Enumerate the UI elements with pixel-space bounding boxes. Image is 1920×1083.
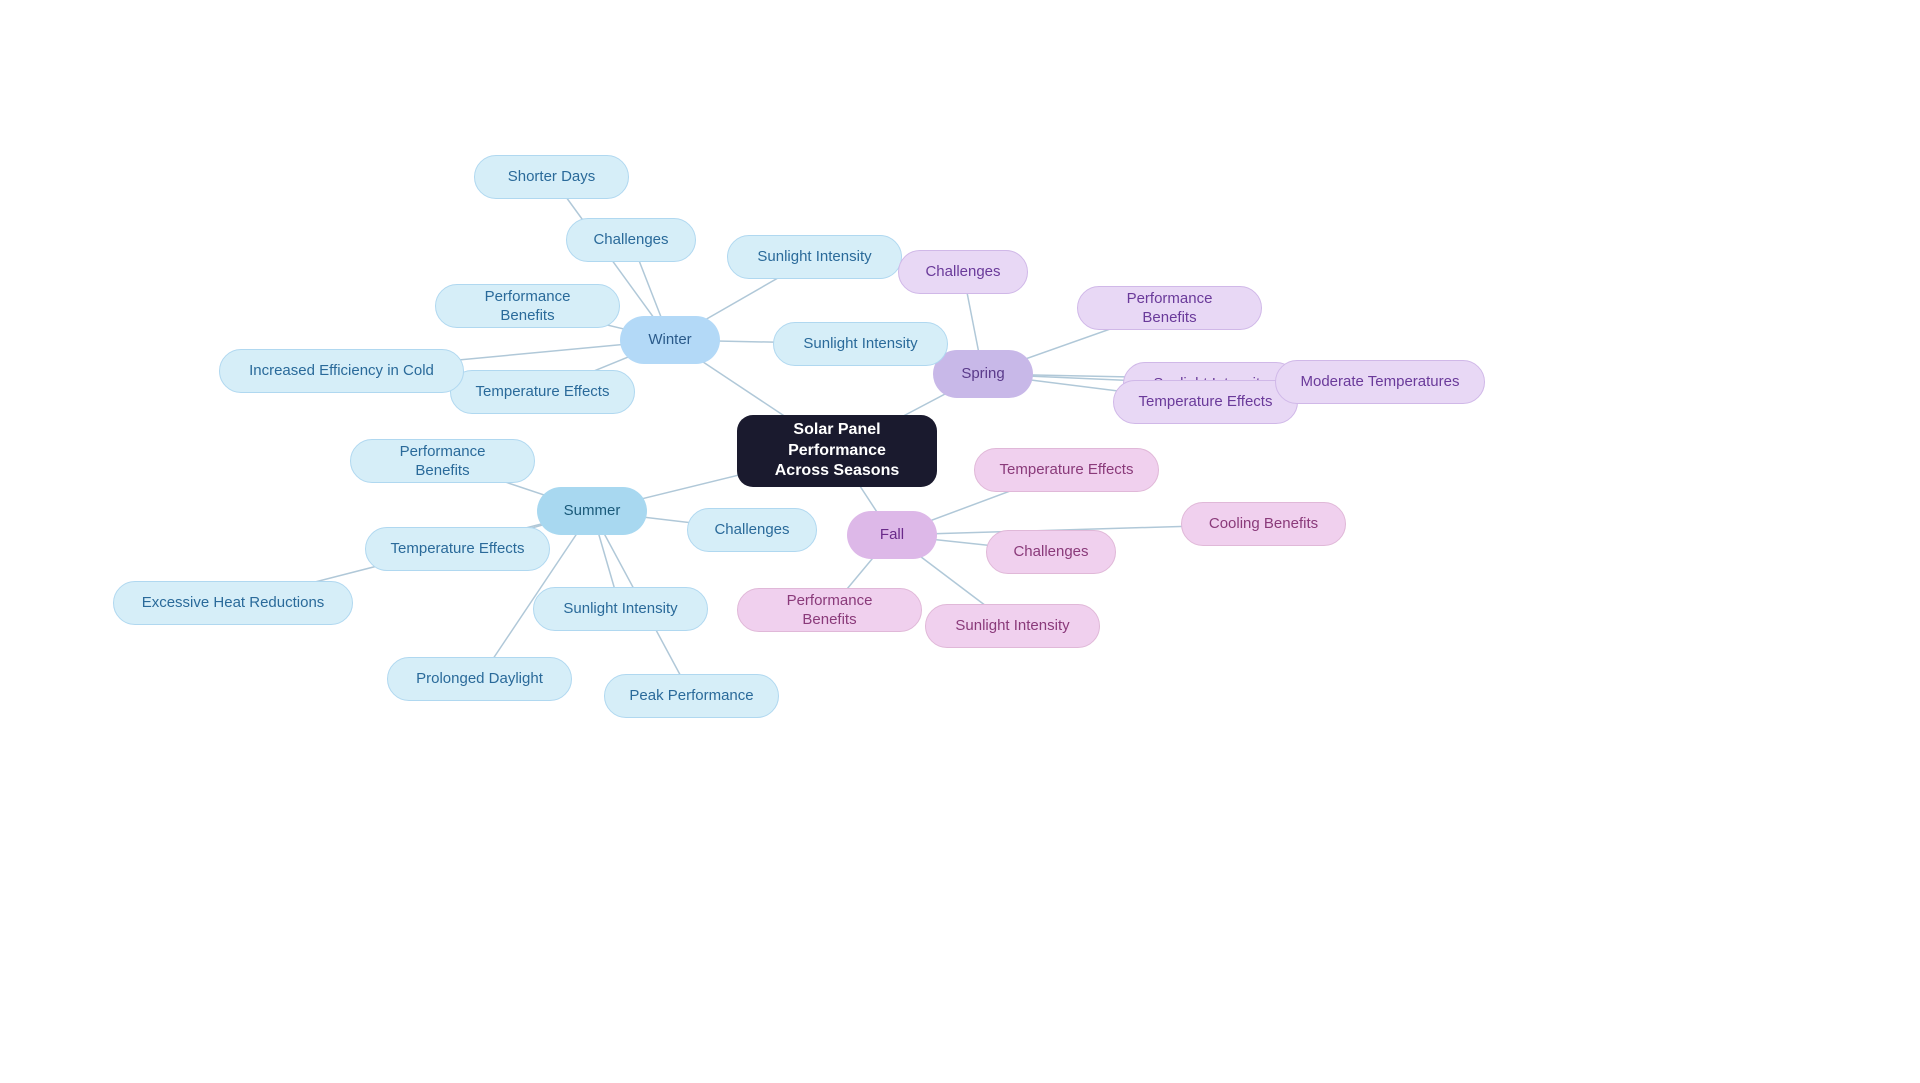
node-fall-perf-benefits: Performance Benefits: [737, 588, 922, 632]
node-shorter-days: Shorter Days: [474, 155, 629, 199]
node-summer-sunlight: Sunlight Intensity: [533, 587, 708, 631]
center-node: Solar Panel Performance Across Seasons: [737, 415, 937, 487]
node-excessive-heat: Excessive Heat Reductions: [113, 581, 353, 625]
node-summer-temp-effects: Temperature Effects: [365, 527, 550, 571]
season-winter: Winter: [620, 316, 720, 364]
connections-svg: [0, 0, 1920, 1083]
node-spring-temp-effects: Temperature Effects: [1113, 380, 1298, 424]
node-spring-challenges: Challenges: [898, 250, 1028, 294]
node-winter-perf-benefits: Performance Benefits: [435, 284, 620, 328]
node-fall-temp-effects: Temperature Effects: [974, 448, 1159, 492]
season-fall: Fall: [847, 511, 937, 559]
season-summer: Summer: [537, 487, 647, 535]
node-fall-challenges: Challenges: [986, 530, 1116, 574]
node-fall-sunlight: Sunlight Intensity: [925, 604, 1100, 648]
season-spring: Spring: [933, 350, 1033, 398]
node-increased-efficiency: Increased Efficiency in Cold: [219, 349, 464, 393]
node-winter-temp-effects: Temperature Effects: [450, 370, 635, 414]
node-cooling-benefits: Cooling Benefits: [1181, 502, 1346, 546]
node-peak-performance: Peak Performance: [604, 674, 779, 718]
node-prolonged-daylight: Prolonged Daylight: [387, 657, 572, 701]
node-winter-challenges: Challenges: [566, 218, 696, 262]
node-winter-sunlight: Sunlight Intensity: [727, 235, 902, 279]
node-spring-perf-benefits: Performance Benefits: [1077, 286, 1262, 330]
node-summer-challenges: Challenges: [687, 508, 817, 552]
node-summer-perf-benefits: Performance Benefits: [350, 439, 535, 483]
node-moderate-temps: Moderate Temperatures: [1275, 360, 1485, 404]
mindmap-container: Solar Panel Performance Across Seasons Wi…: [0, 0, 1920, 1083]
node-winter-sunlight2: Sunlight Intensity: [773, 322, 948, 366]
